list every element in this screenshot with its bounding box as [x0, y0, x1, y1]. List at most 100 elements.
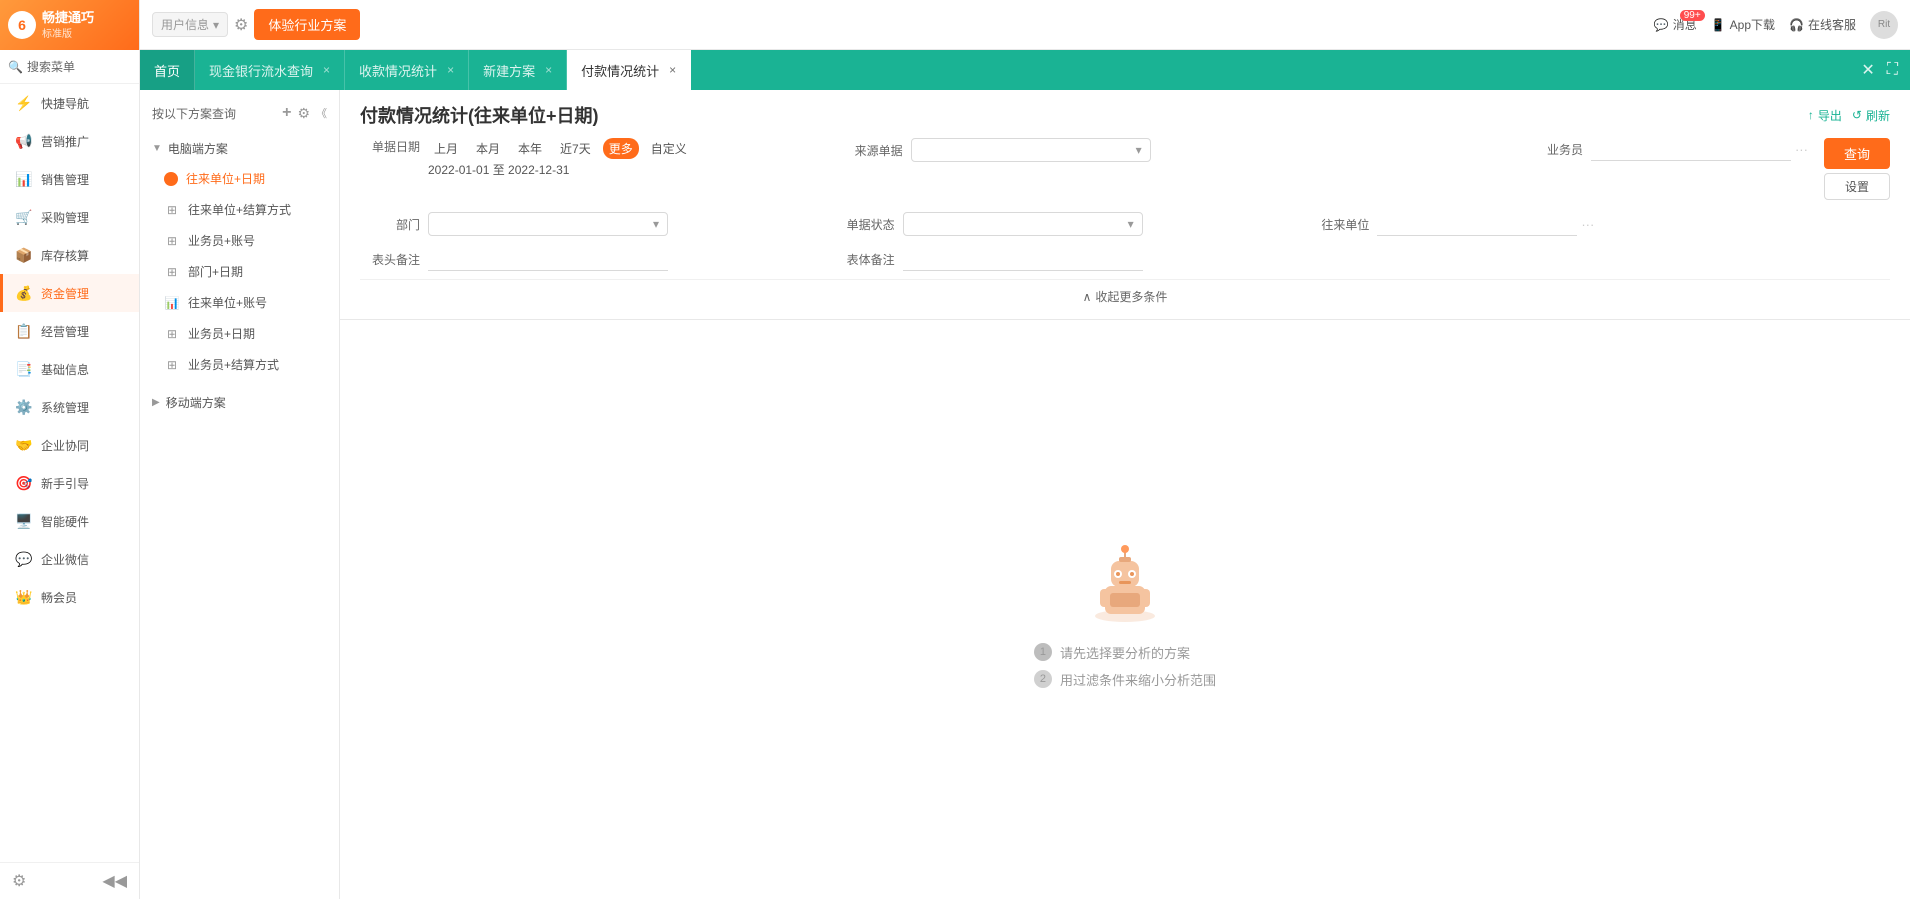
sidebar-item-marketing[interactable]: 📢 营销推广 — [0, 122, 139, 160]
scheme-section-desktop-label: 电脑端方案 — [168, 140, 228, 157]
tab-new-scheme-label: 新建方案 — [483, 61, 535, 80]
trial-btn[interactable]: 体验行业方案 — [254, 9, 360, 40]
collapse-bar[interactable]: ∧ 收起更多条件 — [360, 279, 1890, 313]
scheme-chart-icon: 📊 — [164, 295, 180, 311]
empty-state: 1 请先选择要分析的方案 2 用过滤条件来缩小分析范围 — [340, 320, 1910, 899]
filter-table-body-group: 表体备注 — [835, 248, 1310, 271]
date-btn-this-year[interactable]: 本年 — [512, 138, 548, 159]
lightning-icon: ⚡ — [15, 94, 33, 112]
sidebar-item-basic[interactable]: 📑 基础信息 — [0, 350, 139, 388]
guide-icon: 🎯 — [15, 474, 33, 492]
topbar-avatar[interactable]: Rit — [1870, 11, 1898, 39]
table-body-input[interactable] — [903, 248, 1143, 271]
scheme-section-mobile-header[interactable]: ▶ 移动端方案 — [140, 388, 339, 417]
wechat-icon: 💬 — [15, 550, 33, 568]
date-btn-custom[interactable]: 自定义 — [645, 138, 693, 159]
sidebar-item-guide[interactable]: 🎯 新手引导 — [0, 464, 139, 502]
partner-dots[interactable]: ··· — [1581, 217, 1594, 232]
topbar-settings-icon[interactable]: ⚙ — [234, 15, 248, 35]
sidebar-item-inventory[interactable]: 📦 库存核算 — [0, 236, 139, 274]
filter-status-group: 单据状态 ▾ — [835, 212, 1310, 236]
message-icon: 💬 — [1654, 18, 1669, 32]
table-head-input[interactable] — [428, 248, 668, 271]
sidebar-item-operations[interactable]: 📋 经营管理 — [0, 312, 139, 350]
tab-bank-flow-close[interactable]: × — [323, 63, 330, 77]
scheme-item-salesman-date[interactable]: ⊞ 业务员+日期 — [140, 318, 339, 349]
filter-date-group: 单据日期 上月 本月 本年 近7天 更多 自定义 20 — [360, 138, 843, 178]
refresh-label: 刷新 — [1866, 107, 1890, 124]
scheme-item-partner-payment[interactable]: ⊞ 往来单位+结算方式 — [140, 194, 339, 225]
app-download-btn[interactable]: 📱 App下载 — [1711, 16, 1775, 33]
date-btn-this-month[interactable]: 本月 — [470, 138, 506, 159]
settings-btn[interactable]: 设置 — [1824, 173, 1890, 200]
sidebar-search[interactable]: 🔍 搜索菜单 — [0, 50, 139, 84]
partner-label: 往来单位 — [1309, 216, 1369, 233]
sidebar: 6 畅捷通巧 标准版 🔍 搜索菜单 ⚡ 快捷导航 📢 营销推广 📊 销售管理 🛒… — [0, 0, 140, 899]
filter-dept-group: 部门 ▾ — [360, 212, 835, 236]
export-icon: ↑ — [1808, 108, 1814, 122]
empty-tip-1: 1 请先选择要分析的方案 — [1034, 643, 1216, 662]
refresh-btn[interactable]: ↺ 刷新 — [1852, 107, 1890, 124]
scheme-table-icon: ⊞ — [164, 202, 180, 218]
scheme-item-salesman-account[interactable]: ⊞ 业务员+账号 — [140, 225, 339, 256]
tip-num-1: 1 — [1034, 643, 1052, 661]
footer-collapse-icon[interactable]: ◀◀ — [102, 871, 127, 891]
sidebar-item-quick-nav[interactable]: ⚡ 快捷导航 — [0, 84, 139, 122]
scheme-section-desktop-header[interactable]: ▼ 电脑端方案 — [140, 134, 339, 163]
tip-text-2: 用过滤条件来缩小分析范围 — [1060, 670, 1216, 689]
date-btn-more[interactable]: 更多 — [603, 138, 639, 159]
scheme-item-dept-date[interactable]: ⊞ 部门+日期 — [140, 256, 339, 287]
query-btn[interactable]: 查询 — [1824, 138, 1890, 169]
source-select[interactable]: ▾ — [911, 138, 1151, 162]
tab-new-scheme[interactable]: 新建方案 × — [469, 50, 567, 90]
filter-section: 单据日期 上月 本月 本年 近7天 更多 自定义 20 — [360, 138, 1890, 271]
messages-btn[interactable]: 💬 消息 99+ — [1654, 16, 1697, 33]
salesman-input[interactable] — [1591, 138, 1791, 161]
sidebar-item-hardware[interactable]: 🖥️ 智能硬件 — [0, 502, 139, 540]
tab-home[interactable]: 首页 — [140, 50, 195, 90]
sidebar-item-wechat[interactable]: 💬 企业微信 — [0, 540, 139, 578]
sidebar-item-sales[interactable]: 📊 销售管理 — [0, 160, 139, 198]
online-service-btn[interactable]: 🎧 在线客服 — [1789, 16, 1856, 33]
tab-new-scheme-close[interactable]: × — [545, 63, 552, 77]
scheme-add-icon[interactable]: + — [282, 104, 291, 122]
scheme-collapse-icon[interactable]: 《 — [316, 105, 327, 121]
purchase-icon: 🛒 — [15, 208, 33, 226]
dept-select[interactable]: ▾ — [428, 212, 668, 236]
tab-payment-stats-close[interactable]: × — [669, 63, 676, 77]
sidebar-item-system[interactable]: ⚙️ 系统管理 — [0, 388, 139, 426]
tab-close-all-icon[interactable]: ✕ — [1857, 56, 1878, 84]
sidebar-item-purchase[interactable]: 🛒 采购管理 — [0, 198, 139, 236]
filter-row-1: 单据日期 上月 本月 本年 近7天 更多 自定义 20 — [360, 138, 1890, 200]
topbar-right: 💬 消息 99+ 📱 App下载 🎧 在线客服 Rit — [1654, 11, 1898, 39]
page-title: 付款情况统计(往来单位+日期) — [360, 102, 599, 128]
scheme-item-partner-date[interactable]: 往来单位+日期 — [140, 163, 339, 194]
export-btn[interactable]: ↑ 导出 — [1808, 107, 1842, 124]
tab-expand-icon[interactable]: ⛶ — [1883, 57, 1902, 83]
tab-receipt-stats[interactable]: 收款情况统计 × — [345, 50, 469, 90]
footer-settings-icon[interactable]: ⚙ — [12, 871, 26, 891]
salesman-dots[interactable]: ··· — [1795, 142, 1808, 157]
tab-bank-flow[interactable]: 现金银行流水查询 × — [195, 50, 345, 90]
query-buttons: 查询 设置 — [1824, 138, 1890, 200]
topbar-user-select[interactable]: 用户信息 ▾ — [152, 12, 228, 37]
scheme-item-partner-account[interactable]: 📊 往来单位+账号 — [140, 287, 339, 318]
sidebar-item-label: 销售管理 — [41, 171, 89, 188]
tab-payment-stats[interactable]: 付款情况统计 × — [567, 50, 691, 90]
scheme-section-desktop: ▼ 电脑端方案 往来单位+日期 ⊞ 往来单位+结算方式 ⊞ 业务员+账号 ⊞ — [140, 130, 339, 384]
status-select[interactable]: ▾ — [903, 212, 1143, 236]
scheme-settings-icon[interactable]: ⚙ — [297, 105, 310, 122]
sidebar-item-enterprise[interactable]: 🤝 企业协同 — [0, 426, 139, 464]
hardware-icon: 🖥️ — [15, 512, 33, 530]
date-btn-last-7[interactable]: 近7天 — [554, 138, 597, 159]
sidebar-item-member[interactable]: 👑 畅会员 — [0, 578, 139, 616]
scheme-item-salesman-payment[interactable]: ⊞ 业务员+结算方式 — [140, 349, 339, 380]
filter-date-options-group: 上月 本月 本年 近7天 更多 自定义 2022-01-01 至 2022-12… — [428, 138, 693, 178]
sidebar-item-finance[interactable]: 💰 资金管理 — [0, 274, 139, 312]
scheme-panel-title: 按以下方案查询 — [152, 105, 236, 122]
tab-receipt-stats-close[interactable]: × — [447, 63, 454, 77]
date-btn-last-month[interactable]: 上月 — [428, 138, 464, 159]
partner-input[interactable] — [1377, 213, 1577, 236]
tip-num-2: 2 — [1034, 670, 1052, 688]
sidebar-item-label: 资金管理 — [41, 285, 89, 302]
